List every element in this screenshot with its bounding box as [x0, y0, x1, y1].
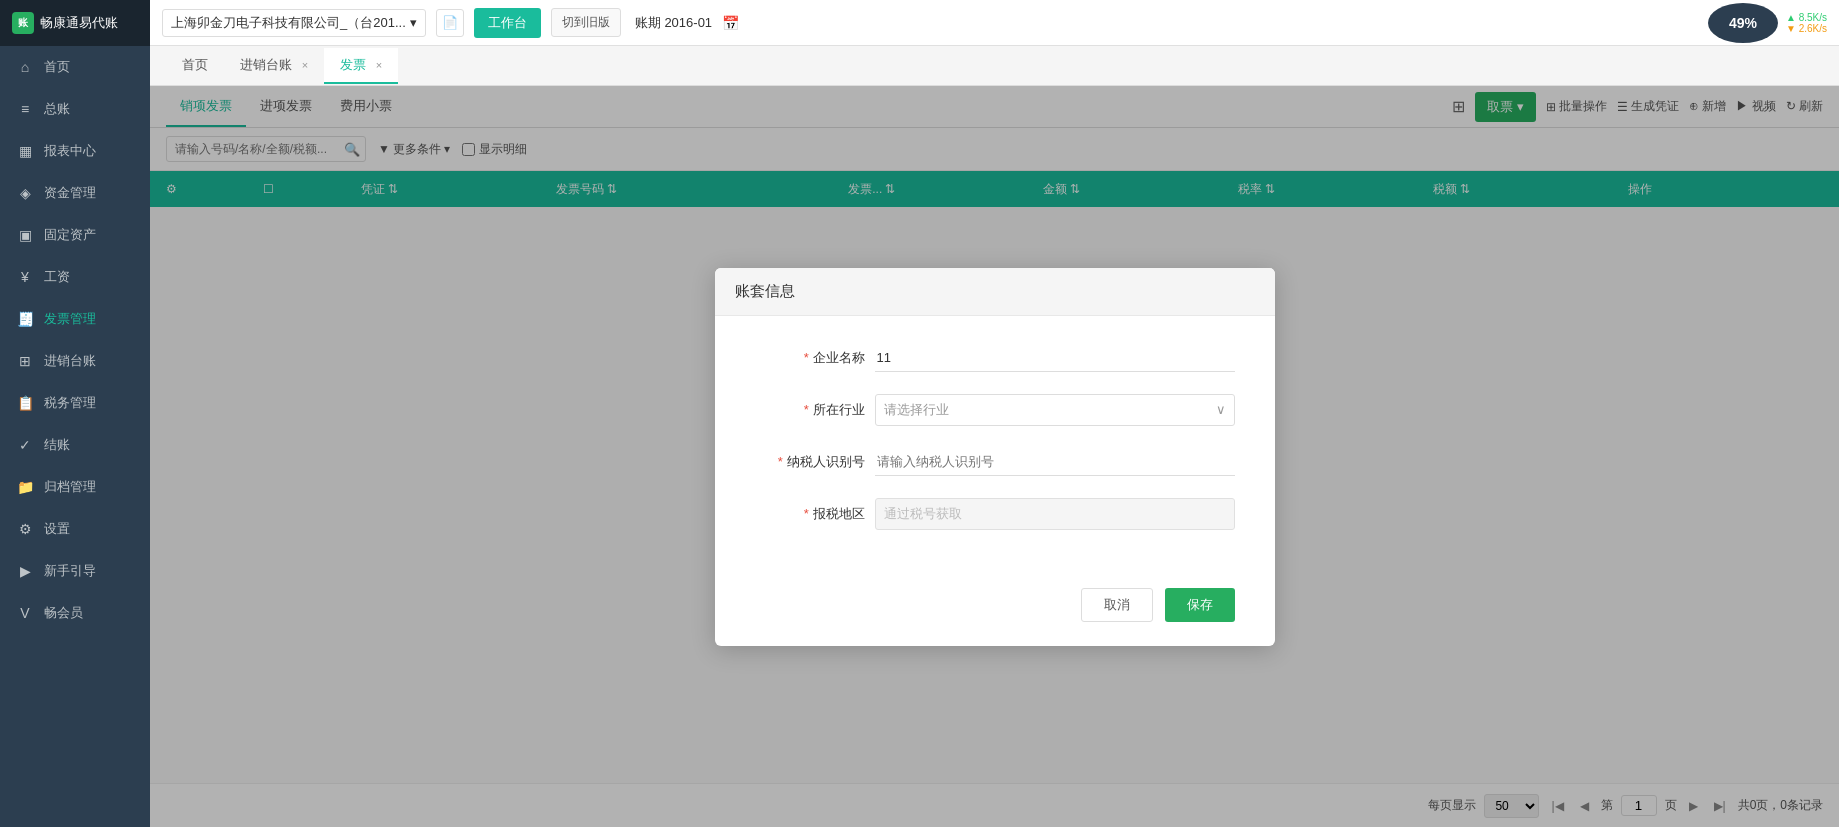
invoice-icon: 🧾 — [16, 311, 34, 327]
sidebar-item-label: 报表中心 — [44, 142, 96, 160]
sidebar-item-label: 首页 — [44, 58, 70, 76]
tax-id-label: * 纳税人识别号 — [755, 453, 875, 471]
tab-home[interactable]: 首页 — [166, 48, 224, 84]
tax-region-label: * 报税地区 — [755, 505, 875, 523]
sidebar-item-purchase-sales[interactable]: ⊞ 进销台账 — [0, 340, 150, 382]
sidebar: 账 畅康通易代账 ⌂ 首页 ≡ 总账 ▦ 报表中心 ◈ 资金管理 ▣ 固定资产 … — [0, 0, 150, 827]
sidebar-item-guide[interactable]: ▶ 新手引导 — [0, 550, 150, 592]
industry-label: * 所在行业 — [755, 401, 875, 419]
sidebar-item-label: 资金管理 — [44, 184, 96, 202]
sidebar-item-label: 固定资产 — [44, 226, 96, 244]
tab-close-purchase-sales[interactable]: × — [302, 59, 308, 71]
network-speed: ▲ 8.5K/s ▼ 2.6K/s — [1786, 12, 1827, 34]
purchase-sales-icon: ⊞ — [16, 353, 34, 369]
workbench-button[interactable]: 工作台 — [474, 8, 541, 38]
sidebar-item-label: 工资 — [44, 268, 70, 286]
guide-icon: ▶ — [16, 563, 34, 579]
tax-icon: 📋 — [16, 395, 34, 411]
home-icon: ⌂ — [16, 59, 34, 75]
account-info-modal: 账套信息 * 企业名称 * 所在行业 — [715, 268, 1275, 646]
salary-icon: ¥ — [16, 269, 34, 285]
upload-speed: ▲ 8.5K/s — [1786, 12, 1827, 23]
sidebar-item-invoice-mgmt[interactable]: 🧾 发票管理 — [0, 298, 150, 340]
form-row-industry: * 所在行业 请选择行业 ∨ — [755, 394, 1235, 426]
sidebar-item-ledger[interactable]: ≡ 总账 — [0, 88, 150, 130]
settings-icon: ⚙ — [16, 521, 34, 537]
chevron-down-icon: ▾ — [410, 15, 417, 30]
sidebar-item-funds[interactable]: ◈ 资金管理 — [0, 172, 150, 214]
sidebar-logo: 账 畅康通易代账 — [0, 0, 150, 46]
stats-circle: 49% — [1708, 3, 1778, 43]
tab-invoice[interactable]: 发票 × — [324, 48, 398, 84]
form-row-tax-id: * 纳税人识别号 — [755, 448, 1235, 476]
form-row-company-name: * 企业名称 — [755, 344, 1235, 372]
logo-text: 畅康通易代账 — [40, 14, 118, 32]
sidebar-item-label: 发票管理 — [44, 310, 96, 328]
old-version-button[interactable]: 切到旧版 — [551, 8, 621, 37]
topbar: 上海卯金刀电子科技有限公司_（台201... ▾ 📄 工作台 切到旧版 账期 2… — [150, 0, 1839, 46]
company-name-label: * 企业名称 — [755, 349, 875, 367]
close-account-icon: ✓ — [16, 437, 34, 453]
nav-tabs: 首页 进销台账 × 发票 × — [150, 46, 1839, 86]
main-area: 上海卯金刀电子科技有限公司_（台201... ▾ 📄 工作台 切到旧版 账期 2… — [150, 0, 1839, 827]
document-icon: 📄 — [442, 15, 458, 30]
archive-icon: 📁 — [16, 479, 34, 495]
reports-icon: ▦ — [16, 143, 34, 159]
period-label: 账期 2016-01 — [635, 14, 712, 32]
tab-purchase-sales[interactable]: 进销台账 × — [224, 48, 324, 84]
content-area: 销项发票 进项发票 费用小票 ⊞ 取票 ▾ ⊞ 批量操作 ☰ — [150, 86, 1839, 827]
sidebar-item-label: 归档管理 — [44, 478, 96, 496]
download-speed: ▼ 2.6K/s — [1786, 23, 1827, 34]
funds-icon: ◈ — [16, 185, 34, 201]
percent-value: 49% — [1729, 15, 1757, 31]
company-name-input[interactable] — [875, 344, 1235, 372]
doc-icon-button[interactable]: 📄 — [436, 9, 464, 37]
chevron-down-icon: ∨ — [1216, 402, 1226, 417]
sidebar-item-close-account[interactable]: ✓ 结账 — [0, 424, 150, 466]
logo-icon: 账 — [12, 12, 34, 34]
save-button[interactable]: 保存 — [1165, 588, 1235, 622]
sidebar-item-label: 进销台账 — [44, 352, 96, 370]
tax-region-field: 通过税号获取 — [875, 498, 1235, 530]
sidebar-item-assets[interactable]: ▣ 固定资产 — [0, 214, 150, 256]
calendar-icon[interactable]: 📅 — [722, 15, 739, 31]
sidebar-item-salary[interactable]: ¥ 工资 — [0, 256, 150, 298]
assets-icon: ▣ — [16, 227, 34, 243]
sidebar-item-label: 税务管理 — [44, 394, 96, 412]
tab-close-invoice[interactable]: × — [376, 59, 382, 71]
sidebar-item-archive[interactable]: 📁 归档管理 — [0, 466, 150, 508]
company-name: 上海卯金刀电子科技有限公司_（台201... — [171, 14, 406, 32]
sidebar-item-tax-mgmt[interactable]: 📋 税务管理 — [0, 382, 150, 424]
cancel-button[interactable]: 取消 — [1081, 588, 1153, 622]
company-selector[interactable]: 上海卯金刀电子科技有限公司_（台201... ▾ — [162, 9, 426, 37]
tax-id-input[interactable] — [875, 448, 1235, 476]
sidebar-item-label: 设置 — [44, 520, 70, 538]
sidebar-item-reports[interactable]: ▦ 报表中心 — [0, 130, 150, 172]
modal-overlay: 账套信息 * 企业名称 * 所在行业 — [150, 86, 1839, 827]
sidebar-item-vip[interactable]: V 畅会员 — [0, 592, 150, 634]
modal-footer: 取消 保存 — [715, 572, 1275, 646]
sidebar-item-label: 结账 — [44, 436, 70, 454]
modal-title: 账套信息 — [715, 268, 1275, 316]
industry-select[interactable]: 请选择行业 ∨ — [875, 394, 1235, 426]
ledger-icon: ≡ — [16, 101, 34, 117]
form-row-tax-region: * 报税地区 通过税号获取 — [755, 498, 1235, 530]
sidebar-item-label: 畅会员 — [44, 604, 83, 622]
sidebar-item-settings[interactable]: ⚙ 设置 — [0, 508, 150, 550]
sidebar-item-home[interactable]: ⌂ 首页 — [0, 46, 150, 88]
sidebar-item-label: 新手引导 — [44, 562, 96, 580]
vip-icon: V — [16, 605, 34, 621]
sidebar-item-label: 总账 — [44, 100, 70, 118]
modal-body: * 企业名称 * 所在行业 请选择行业 ∨ — [715, 316, 1275, 572]
